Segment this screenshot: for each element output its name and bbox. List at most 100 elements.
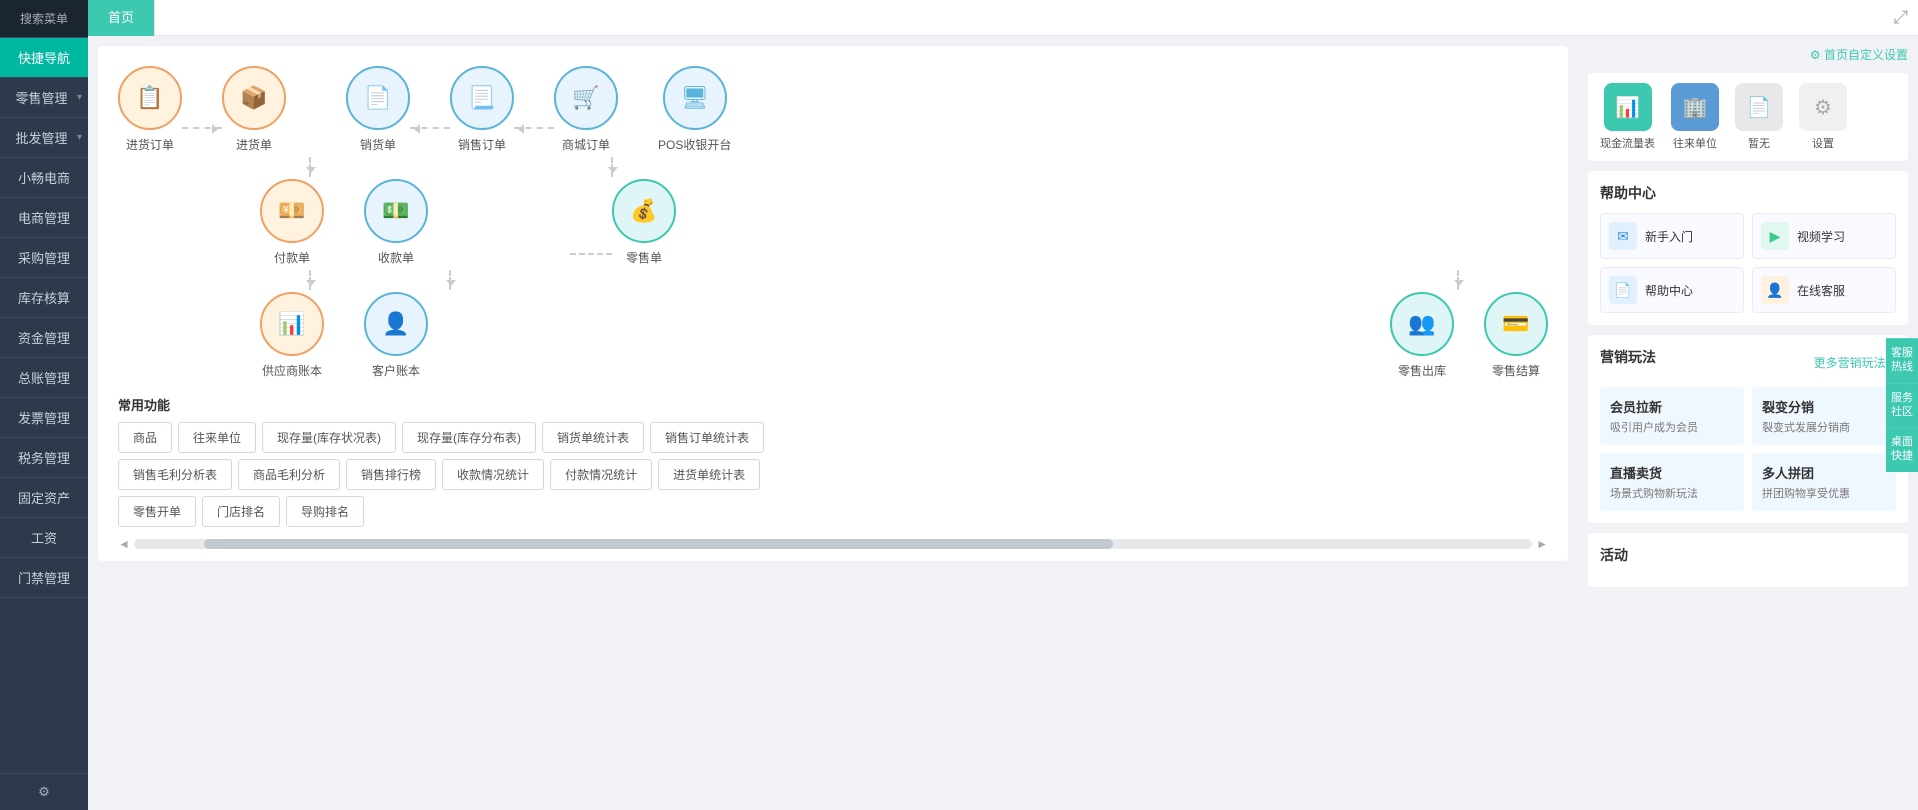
qa-item-none[interactable]: 📄 暂无 — [1735, 83, 1783, 151]
qa-item-cashflow[interactable]: 📊 现金流量表 — [1600, 83, 1655, 151]
scroll-track[interactable] — [134, 539, 1532, 549]
help-item-video[interactable]: ▶ 视频学习 — [1752, 213, 1896, 259]
help-item-beginner[interactable]: ✉ 新手入门 — [1600, 213, 1744, 259]
func-btn-2-2[interactable]: 导购排名 — [286, 496, 364, 527]
func-btn-1-5[interactable]: 进货单统计表 — [658, 459, 760, 490]
sidebar-settings-button[interactable]: ⚙ — [0, 773, 88, 810]
retail-label: 零售单 — [626, 249, 662, 266]
sidebar-item-11[interactable]: 固定资产 — [0, 478, 88, 518]
help-item-onlineservice[interactable]: 👤 在线客服 — [1752, 267, 1896, 313]
retail-icon: 💰 — [612, 179, 676, 243]
supplier-ledger-label: 供应商账本 — [262, 362, 322, 379]
marketing-item-fission[interactable]: 裂变分销 裂变式发展分销商 — [1752, 387, 1896, 445]
flow-node-customer-ledger[interactable]: 👤 客户账本 — [364, 292, 428, 379]
sidebar-item-4[interactable]: 电商管理 — [0, 198, 88, 238]
flow-node-retail-out[interactable]: 👥 零售出库 — [1390, 292, 1454, 379]
flow-node-sales[interactable]: 📄 销货单 — [346, 66, 410, 153]
sidebar-item-9[interactable]: 发票管理 — [0, 398, 88, 438]
purchase-order-icon: 📋 — [118, 66, 182, 130]
flow-node-shop-order[interactable]: 🛒 商城订单 — [554, 66, 618, 153]
help-item-helpcenter[interactable]: 📄 帮助中心 — [1600, 267, 1744, 313]
marketing-card: 营销玩法 更多营销玩法 > 会员拉新 吸引用户成为会员 裂变分销 裂变式发展分销… — [1588, 335, 1908, 523]
func-btn-2-0[interactable]: 零售开单 — [118, 496, 196, 527]
func-btn-1-3[interactable]: 收款情况统计 — [442, 459, 544, 490]
sidebar-item-label-1: 零售管理 — [6, 88, 77, 107]
marketing-item-group[interactable]: 多人拼团 拼团购物享受优惠 — [1752, 453, 1896, 511]
sidebar-item-label-9: 发票管理 — [6, 408, 82, 427]
down-arrow-sales-order — [562, 157, 662, 177]
func-btn-1-0[interactable]: 销售毛利分析表 — [118, 459, 232, 490]
func-btn-1-4[interactable]: 付款情况统计 — [550, 459, 652, 490]
func-btn-0-0[interactable]: 商品 — [118, 422, 172, 453]
func-btn-0-4[interactable]: 销货单统计表 — [542, 422, 644, 453]
func-btn-1-2[interactable]: 销售排行榜 — [346, 459, 436, 490]
horizontal-scrollbar[interactable]: ◄ ► — [118, 537, 1548, 551]
flow-node-purchase[interactable]: 📦 进货单 — [222, 66, 286, 153]
flow-card: 📋 进货订单 📦 进货单 — [98, 46, 1568, 561]
sidebar-item-2[interactable]: 批发管理▾ — [0, 118, 88, 158]
sidebar-item-3[interactable]: 小畅电商 — [0, 158, 88, 198]
sidebar-item-0[interactable]: 快捷导航 — [0, 38, 88, 78]
flow-node-retail[interactable]: 💰 零售单 — [612, 179, 676, 266]
marketing-item-member[interactable]: 会员拉新 吸引用户成为会员 — [1600, 387, 1744, 445]
sidebar-item-7[interactable]: 资金管理 — [0, 318, 88, 358]
tab-bar: 首页 ⤢ — [88, 0, 1918, 36]
flow-diagram: 📋 进货订单 📦 进货单 — [118, 66, 1548, 379]
flow-node-sales-order[interactable]: 📃 销售订单 — [450, 66, 514, 153]
func-btn-2-1[interactable]: 门店排名 — [202, 496, 280, 527]
search-menu-button[interactable]: 搜索菜单 — [0, 0, 88, 38]
sidebar: 搜索菜单 快捷导航零售管理▾批发管理▾ 小畅电商电商管理采购管理库存核算资金管理总… — [0, 0, 88, 810]
func-btn-1-1[interactable]: 商品毛利分析 — [238, 459, 340, 490]
customize-settings-button[interactable]: ⚙ 首页自定义设置 — [1588, 46, 1908, 63]
sidebar-item-label-2: 批发管理 — [6, 128, 77, 147]
sidebar-item-13[interactable]: 门禁管理 — [0, 558, 88, 598]
func-btn-0-1[interactable]: 往来单位 — [178, 422, 256, 453]
fullscreen-button[interactable]: ⤢ — [1894, 7, 1918, 28]
sidebar-item-label-3: 小畅电商 — [6, 168, 82, 187]
flow-node-supplier-ledger[interactable]: 📊 供应商账本 — [260, 292, 324, 379]
customize-settings-label: ⚙ 首页自定义设置 — [1810, 48, 1908, 62]
marketing-more-link[interactable]: 更多营销玩法 > — [1814, 354, 1896, 371]
right-panel: ⚙ 首页自定义设置 📊 现金流量表 🏢 往来单位 📄 暂无 — [1578, 36, 1918, 810]
arrow-shop-order-to-sales-order — [514, 127, 554, 129]
scroll-right-arrow[interactable]: ► — [1536, 537, 1548, 551]
sidebar-item-label-13: 门禁管理 — [6, 568, 82, 587]
flow-node-purchase-order[interactable]: 📋 进货订单 — [118, 66, 182, 153]
qa-item-settings[interactable]: ⚙ 设置 — [1799, 83, 1847, 151]
sidebar-item-label-7: 资金管理 — [6, 328, 82, 347]
help-card: 帮助中心 ✉ 新手入门 ▶ 视频学习 📄 帮助中心 👤 — [1588, 171, 1908, 325]
float-btn-service[interactable]: 客服热线 — [1886, 338, 1918, 383]
qa-partner-label: 往来单位 — [1673, 135, 1717, 151]
sidebar-item-12[interactable]: 工资 — [0, 518, 88, 558]
scroll-left-arrow[interactable]: ◄ — [118, 537, 130, 551]
activity-title: 活动 — [1600, 545, 1896, 565]
float-btn-desktop[interactable]: 桌面快捷 — [1886, 427, 1918, 472]
flow-node-payment[interactable]: 💴 付款单 — [260, 179, 324, 266]
payment-icon: 💴 — [260, 179, 324, 243]
customer-ledger-label: 客户账本 — [372, 362, 420, 379]
flow-node-retail-settle[interactable]: 💳 零售结算 — [1484, 292, 1548, 379]
arrow-purchase-order-to-purchase — [182, 127, 222, 129]
quick-access-icons: 📊 现金流量表 🏢 往来单位 📄 暂无 ⚙ 设置 — [1600, 83, 1896, 151]
sidebar-item-5[interactable]: 采购管理 — [0, 238, 88, 278]
func-btn-0-5[interactable]: 销售订单统计表 — [650, 422, 764, 453]
float-btn-community[interactable]: 服务社区 — [1886, 383, 1918, 428]
sidebar-item-1[interactable]: 零售管理▾ — [0, 78, 88, 118]
qa-item-partner[interactable]: 🏢 往来单位 — [1671, 83, 1719, 151]
sidebar-item-8[interactable]: 总账管理 — [0, 358, 88, 398]
func-btn-0-2[interactable]: 现存量(库存状况表) — [262, 422, 396, 453]
sidebar-item-label-6: 库存核算 — [6, 288, 82, 307]
flow-node-receipt[interactable]: 💵 收款单 — [364, 179, 428, 266]
help-helpcenter-label: 帮助中心 — [1645, 282, 1693, 299]
shop-order-label: 商城订单 — [562, 136, 610, 153]
func-btn-0-3[interactable]: 现存量(库存分布表) — [402, 422, 536, 453]
sidebar-item-label-0: 快捷导航 — [6, 48, 82, 67]
tab-home[interactable]: 首页 — [88, 0, 155, 36]
marketing-item-live[interactable]: 直播卖货 场景式购物新玩法 — [1600, 453, 1744, 511]
help-onlineservice-icon: 👤 — [1761, 276, 1789, 304]
retail-settle-icon: 💳 — [1484, 292, 1548, 356]
flow-node-pos[interactable]: 🖥 POS收银开台 — [658, 66, 731, 153]
sidebar-item-10[interactable]: 税务管理 — [0, 438, 88, 478]
func-row-1: 销售毛利分析表商品毛利分析销售排行榜收款情况统计付款情况统计进货单统计表 — [118, 459, 1548, 490]
sidebar-item-6[interactable]: 库存核算 — [0, 278, 88, 318]
